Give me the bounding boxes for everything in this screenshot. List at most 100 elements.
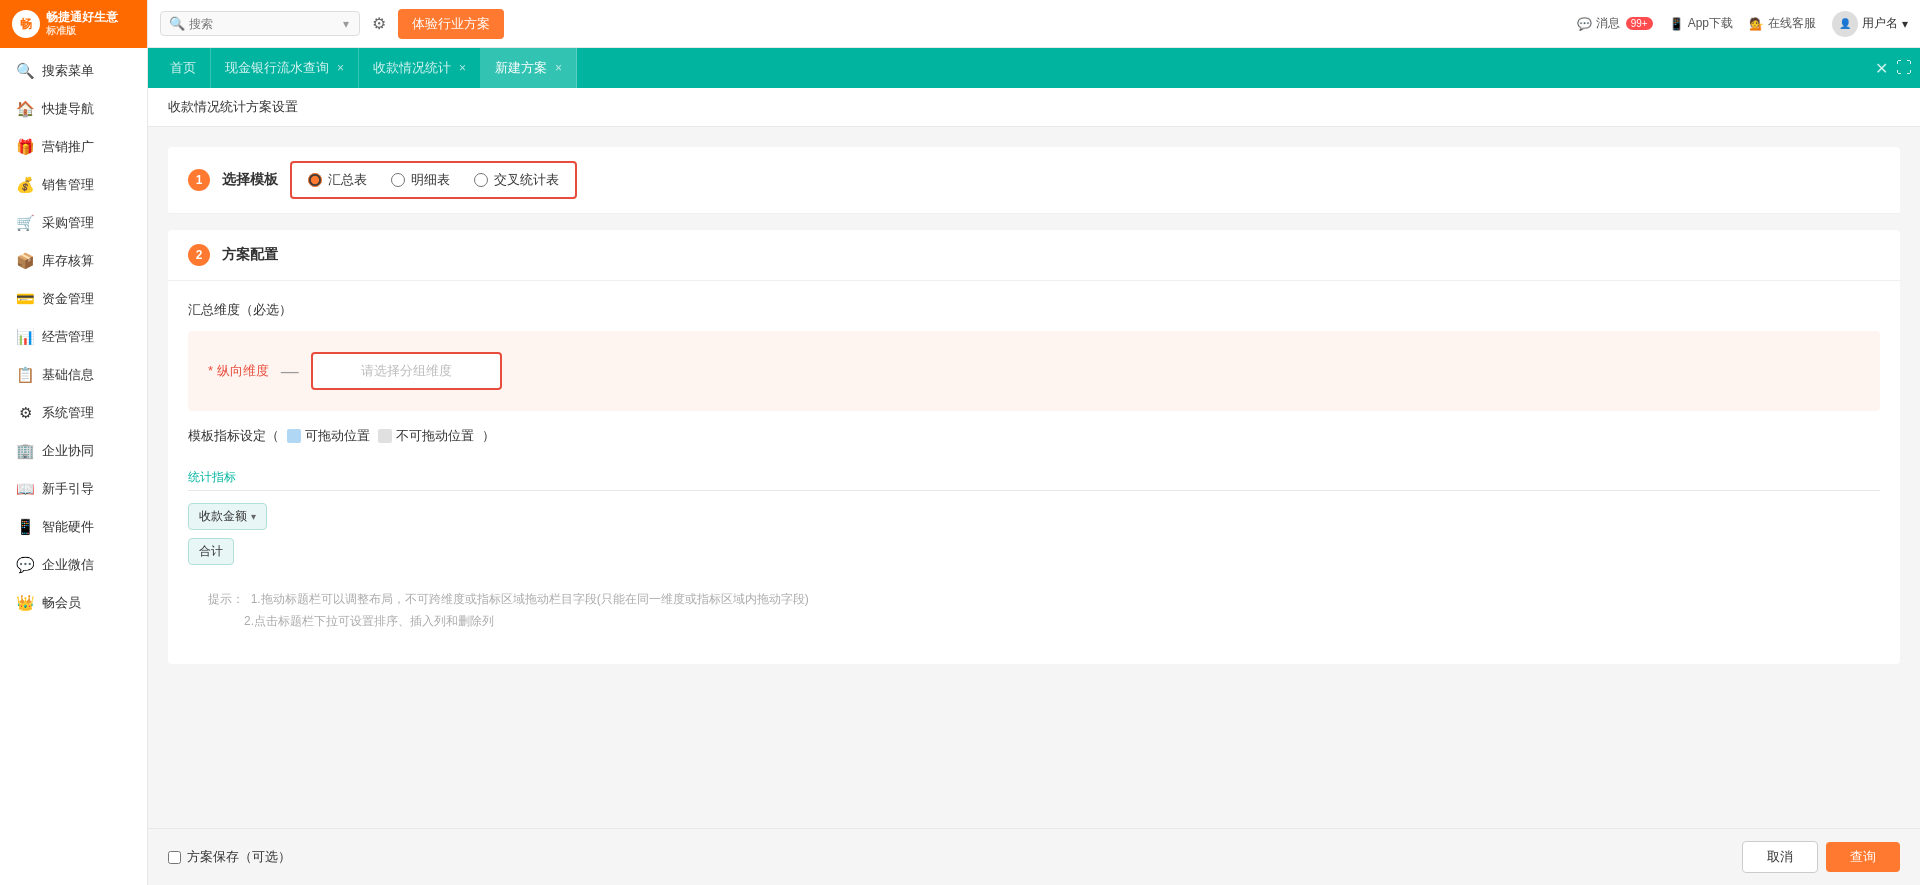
template-radio-summary[interactable] xyxy=(308,173,322,187)
message-label: 消息 xyxy=(1596,15,1620,32)
avatar: 👤 xyxy=(1832,11,1858,37)
tip-2: 2.点击标题栏下拉可设置排序、插入列和删除列 xyxy=(208,611,1860,633)
dimension-select[interactable]: 请选择分组维度 xyxy=(311,352,502,390)
tab-collection-stats[interactable]: 收款情况统计 × xyxy=(359,48,481,88)
cancel-button[interactable]: 取消 xyxy=(1742,841,1818,873)
sidebar-item-system[interactable]: ⚙ 系统管理 xyxy=(0,394,147,432)
sidebar-item-smart-hw[interactable]: 📱 智能硬件 xyxy=(0,508,147,546)
stats-group-label: 统计指标 xyxy=(188,465,1880,491)
tab-cash-flow-close[interactable]: × xyxy=(337,61,344,75)
message-action[interactable]: 💬 消息 99+ xyxy=(1577,15,1653,32)
service-label: 在线客服 xyxy=(1768,15,1816,32)
sidebar-item-search-menu[interactable]: 🔍 搜索菜单 xyxy=(0,52,147,90)
sidebar-item-label: 基础信息 xyxy=(42,366,94,384)
dim-row: * 纵向维度 — 请选择分组维度 xyxy=(208,352,502,390)
tab-new-plan-label: 新建方案 xyxy=(495,59,547,77)
search-input[interactable] xyxy=(189,17,339,31)
template-label-cross: 交叉统计表 xyxy=(494,171,559,189)
tab-cash-flow[interactable]: 现金银行流水查询 × xyxy=(211,48,359,88)
metrics-tag-chevron-icon: ▾ xyxy=(251,511,256,522)
save-label: 方案保存（可选） xyxy=(187,848,291,866)
tab-collection-stats-close[interactable]: × xyxy=(459,61,466,75)
sidebar-item-marketing[interactable]: 🎁 营销推广 xyxy=(0,128,147,166)
nodrag-label: 不可拖动位置 xyxy=(396,427,474,445)
template-label-summary: 汇总表 xyxy=(328,171,367,189)
tab-home[interactable]: 首页 xyxy=(156,48,211,88)
trial-btn[interactable]: 体验行业方案 xyxy=(398,9,504,39)
query-button[interactable]: 查询 xyxy=(1826,842,1900,872)
user-menu[interactable]: 👤 用户名 ▾ xyxy=(1832,11,1908,37)
template-options-border: 汇总表 明细表 交叉统计表 xyxy=(290,161,577,199)
topbar-actions: 💬 消息 99+ 📱 App下载 💁 在线客服 👤 用户名 ▾ xyxy=(1577,11,1908,37)
metrics-items: 收款金额 ▾ 合计 xyxy=(188,499,1880,569)
draggable-label: 可拖动位置 xyxy=(305,427,370,445)
crown-icon: 👑 xyxy=(16,594,34,612)
sidebar-item-basic-info[interactable]: 📋 基础信息 xyxy=(0,356,147,394)
sidebar-item-label: 新手引导 xyxy=(42,480,94,498)
sidebar-item-member[interactable]: 👑 畅会员 xyxy=(0,584,147,622)
metrics-tag-amount[interactable]: 收款金额 ▾ xyxy=(188,503,267,530)
logo-subtitle: 标准版 xyxy=(46,24,118,38)
phone-icon: 📱 xyxy=(16,518,34,536)
dim-arrow-icon: — xyxy=(281,361,299,382)
sidebar-item-inventory[interactable]: 📦 库存核算 xyxy=(0,242,147,280)
plan-config-body: 汇总维度（必选） * 纵向维度 — 请选择分组维度 模板指标设定（ xyxy=(168,281,1900,664)
footer-save: 方案保存（可选） xyxy=(168,848,291,866)
gift-icon: 🎁 xyxy=(16,138,34,156)
tab-close-icon[interactable]: ✕ xyxy=(1875,59,1888,78)
tab-new-plan[interactable]: 新建方案 × xyxy=(481,48,577,88)
dimension-placeholder: 请选择分组维度 xyxy=(361,363,452,378)
money-icon: 💰 xyxy=(16,176,34,194)
vertical-dim-label: * 纵向维度 xyxy=(208,362,269,380)
template-radio-detail[interactable] xyxy=(391,173,405,187)
sidebar-item-label: 资金管理 xyxy=(42,290,94,308)
tab-expand-icon[interactable]: ⛶ xyxy=(1896,59,1912,77)
template-option-detail[interactable]: 明细表 xyxy=(391,171,450,189)
search-box[interactable]: 🔍 ▾ xyxy=(160,11,360,36)
topbar: 🔍 ▾ ⚙ 体验行业方案 💬 消息 99+ 📱 App下载 💁 在线客服 👤 xyxy=(148,0,1920,48)
chevron-down-icon[interactable]: ▾ xyxy=(343,17,349,31)
tip-1: 提示： 1.拖动标题栏可以调整布局，不可跨维度或指标区域拖动栏目字段(只能在同一… xyxy=(208,589,1860,611)
sidebar-item-wechat[interactable]: 💬 企业微信 xyxy=(0,546,147,584)
draggable-legend: 可拖动位置 xyxy=(287,427,370,445)
step1-num: 1 xyxy=(188,169,210,191)
tabbar-actions: ✕ ⛶ xyxy=(1875,59,1920,78)
gear-icon: ⚙ xyxy=(16,404,34,422)
settings-icon[interactable]: ⚙ xyxy=(372,14,386,33)
sidebar-item-guide[interactable]: 📖 新手引导 xyxy=(0,470,147,508)
draggable-icon xyxy=(287,429,301,443)
tab-collection-stats-label: 收款情况统计 xyxy=(373,59,451,77)
step2-title: 方案配置 xyxy=(222,246,278,264)
save-checkbox[interactable] xyxy=(168,851,181,864)
clipboard-icon: 📋 xyxy=(16,366,34,384)
template-radio-cross[interactable] xyxy=(474,173,488,187)
sidebar-item-label: 库存核算 xyxy=(42,252,94,270)
sidebar-item-enterprise[interactable]: 🏢 企业协同 xyxy=(0,432,147,470)
sidebar-nav: 🔍 搜索菜单 🏠 快捷导航 🎁 营销推广 💰 销售管理 🛒 采购管理 📦 库存核… xyxy=(0,48,147,885)
search-icon: 🔍 xyxy=(16,62,34,80)
template-option-cross[interactable]: 交叉统计表 xyxy=(474,171,559,189)
sidebar-item-label: 企业微信 xyxy=(42,556,94,574)
content-header: 收款情况统计方案设置 xyxy=(148,88,1920,127)
message-icon: 💬 xyxy=(1577,17,1592,31)
card-icon: 💳 xyxy=(16,290,34,308)
main-area: 🔍 ▾ ⚙ 体验行业方案 💬 消息 99+ 📱 App下载 💁 在线客服 👤 xyxy=(148,0,1920,885)
sidebar-item-purchase[interactable]: 🛒 采购管理 xyxy=(0,204,147,242)
box-icon: 📦 xyxy=(16,252,34,270)
template-option-summary[interactable]: 汇总表 xyxy=(308,171,367,189)
service-action[interactable]: 💁 在线客服 xyxy=(1749,15,1816,32)
tab-new-plan-close[interactable]: × xyxy=(555,61,562,75)
sidebar-item-finance[interactable]: 💳 资金管理 xyxy=(0,280,147,318)
app-download-action[interactable]: 📱 App下载 xyxy=(1669,15,1733,32)
sidebar-item-label: 企业协同 xyxy=(42,442,94,460)
sidebar-item-label: 经营管理 xyxy=(42,328,94,346)
step2-section: 2 方案配置 汇总维度（必选） * 纵向维度 — 请选择分组维度 xyxy=(168,230,1900,664)
sidebar-item-quick-nav[interactable]: 🏠 快捷导航 xyxy=(0,90,147,128)
step2-num: 2 xyxy=(188,244,210,266)
sidebar-item-label: 快捷导航 xyxy=(42,100,94,118)
sidebar-item-sales[interactable]: 💰 销售管理 xyxy=(0,166,147,204)
logo-title: 畅捷通好生意 xyxy=(46,10,118,24)
sidebar-item-operations[interactable]: 📊 经营管理 xyxy=(0,318,147,356)
building-icon: 🏢 xyxy=(16,442,34,460)
app-label: App下载 xyxy=(1688,15,1733,32)
